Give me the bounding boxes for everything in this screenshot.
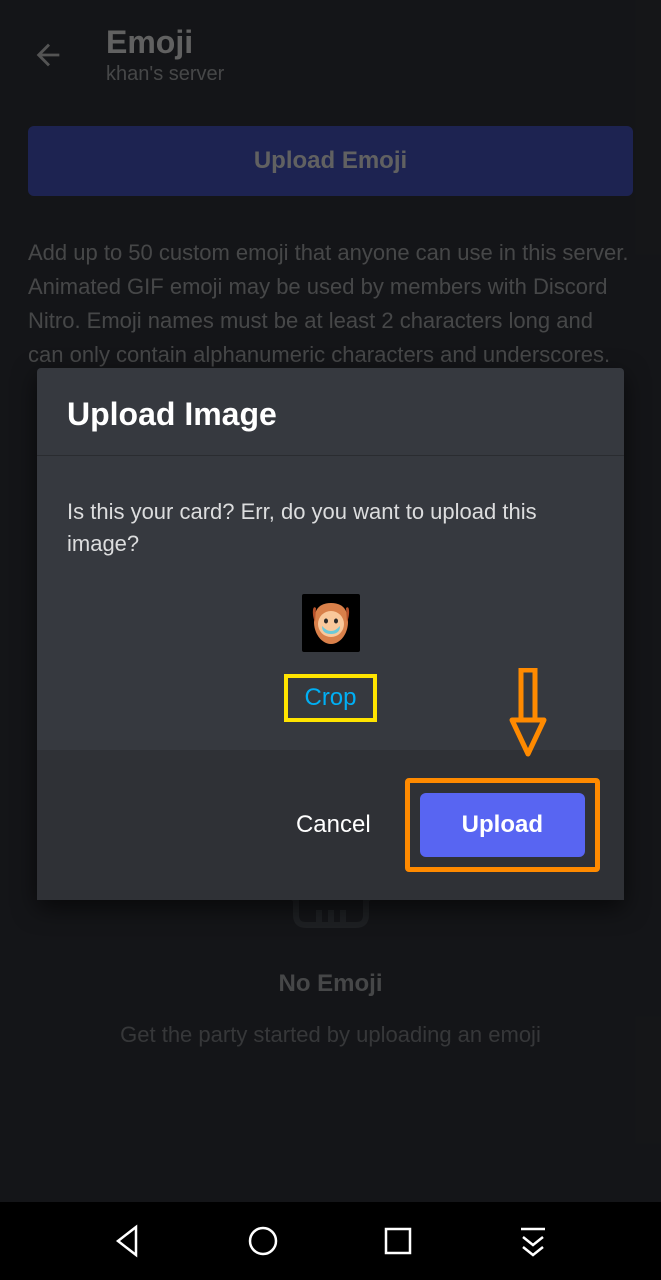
dialog-body-text: Is this your card? Err, do you want to u… [67, 496, 594, 560]
upload-button[interactable]: Upload [420, 793, 585, 857]
nav-recent-icon[interactable] [380, 1223, 416, 1259]
nav-pulldown-icon[interactable] [515, 1223, 551, 1259]
nav-back-icon[interactable] [110, 1223, 146, 1259]
annotation-arrow-icon [508, 668, 548, 758]
upload-button-highlight: Upload [405, 778, 600, 872]
upload-image-dialog: Upload Image Is this your card? Err, do … [37, 368, 624, 900]
nav-home-icon[interactable] [245, 1223, 281, 1259]
android-nav-bar [0, 1202, 661, 1280]
crop-button[interactable]: Crop [284, 674, 376, 722]
emoji-preview-icon [308, 600, 354, 646]
dialog-title: Upload Image [67, 396, 594, 433]
cancel-button[interactable]: Cancel [286, 797, 381, 853]
dialog-footer: Cancel Upload [37, 750, 624, 900]
image-preview [302, 594, 360, 652]
